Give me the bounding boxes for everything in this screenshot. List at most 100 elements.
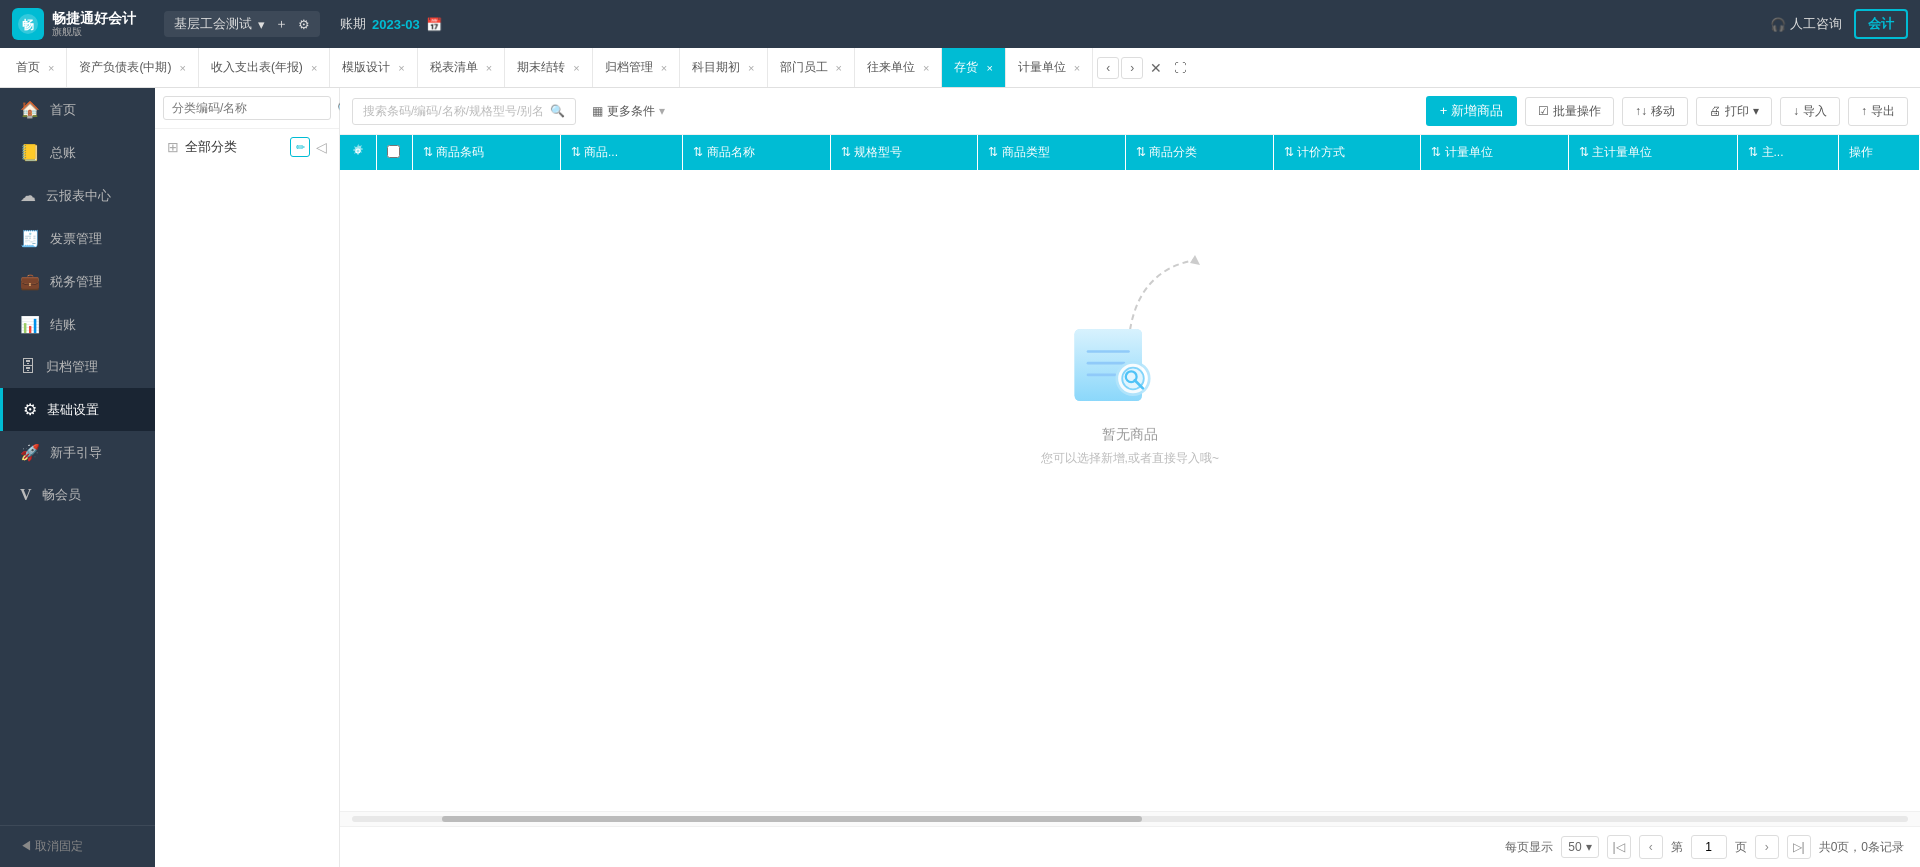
sidebar-item-basic-settings[interactable]: ⚙ 基础设置 (0, 388, 155, 431)
sidebar-item-invoice[interactable]: 🧾 发票管理 (0, 217, 155, 260)
th-name-label: ⇅ 商品名称 (693, 145, 754, 159)
th-type[interactable]: ⇅ 商品类型 (978, 135, 1126, 170)
tab-dept-employee-label: 部门员工 (780, 59, 828, 76)
close-icon[interactable]: × (923, 62, 929, 74)
prev-page-button[interactable]: ‹ (1639, 835, 1663, 859)
dropdown-icon: ▾ (258, 17, 265, 32)
select-all-checkbox[interactable] (387, 145, 400, 158)
tab-subject-init[interactable]: 科目期初 × (680, 48, 767, 88)
settings-icon[interactable]: ⚙ (298, 17, 310, 32)
search-icon[interactable]: 🔍 (550, 104, 565, 118)
company-selector[interactable]: 基层工会测试 ▾ ＋ ⚙ (164, 11, 320, 37)
print-button[interactable]: 🖨 打印 ▾ (1696, 97, 1772, 126)
sidebar-item-ledger[interactable]: 📒 总账 (0, 131, 155, 174)
toolbar-actions: + 新增商品 ☑ 批量操作 ↑↓ 移动 🖨 打印 ▾ (1426, 96, 1908, 126)
add-product-button[interactable]: + 新增商品 (1426, 96, 1517, 126)
close-icon[interactable]: × (1074, 62, 1080, 74)
sidebar-item-cloud-reports-label: 云报表中心 (46, 187, 111, 205)
tab-income-expense-label: 收入支出表(年报) (211, 59, 303, 76)
table-area: ⇅ 商品条码 ⇅ 商品... ⇅ 商品名称 ⇅ 规格型号 (340, 135, 1920, 811)
tab-template-design[interactable]: 模版设计 × (330, 48, 417, 88)
first-page-button[interactable]: |◁ (1607, 835, 1631, 859)
tab-archive[interactable]: 归档管理 × (593, 48, 680, 88)
batch-operation-button[interactable]: ☑ 批量操作 (1525, 97, 1614, 126)
move-button[interactable]: ↑↓ 移动 (1622, 97, 1688, 126)
tab-period-close-label: 期末结转 (517, 59, 565, 76)
next-page-button[interactable]: › (1755, 835, 1779, 859)
th-pricing[interactable]: ⇅ 计价方式 (1273, 135, 1421, 170)
chevron-down-icon: ▾ (659, 104, 665, 118)
category-search-input[interactable] (163, 96, 331, 120)
sidebar-item-home-label: 首页 (50, 101, 76, 119)
account-button[interactable]: 会计 (1854, 9, 1908, 39)
h-scrollbar-thumb[interactable] (442, 816, 1142, 822)
sidebar-item-member[interactable]: V 畅会员 (0, 474, 155, 516)
th-action-label: 操作 (1849, 145, 1873, 159)
tab-prev-btn[interactable]: ‹ (1097, 57, 1119, 79)
th-name[interactable]: ⇅ 商品名称 (683, 135, 831, 170)
collapse-icon[interactable]: ◁ (316, 139, 327, 155)
tab-balance-sheet[interactable]: 资产负债表(中期) × (67, 48, 198, 88)
more-conditions-label: 更多条件 (607, 103, 655, 120)
sidebar-item-guide[interactable]: 🚀 新手引导 (0, 431, 155, 474)
edit-icon[interactable]: ✏ (290, 137, 310, 157)
close-icon[interactable]: × (311, 62, 317, 74)
tab-close-all-btn[interactable]: ✕ (1145, 57, 1167, 79)
product-search-box[interactable]: 搜索条码/编码/名称/规格型号/别名 🔍 (352, 98, 576, 125)
all-category-row[interactable]: ⊞ 全部分类 ✏ ◁ (155, 129, 339, 165)
more-conditions-button[interactable]: ▦ 更多条件 ▾ (584, 99, 673, 124)
tab-period-close[interactable]: 期末结转 × (505, 48, 592, 88)
th-category[interactable]: ⇅ 商品分类 (1126, 135, 1274, 170)
tab-income-expense[interactable]: 收入支出表(年报) × (199, 48, 330, 88)
th-code[interactable]: ⇅ 商品... (560, 135, 683, 170)
all-category-label: 全部分类 (185, 138, 237, 156)
tab-expand-btn[interactable]: ⛶ (1169, 57, 1191, 79)
tab-next-btn[interactable]: › (1121, 57, 1143, 79)
print-dropdown-icon: ▾ (1753, 104, 1759, 118)
close-icon[interactable]: × (398, 62, 404, 74)
tab-home[interactable]: 首页 × (4, 48, 67, 88)
tab-unit[interactable]: 计量单位 × (1006, 48, 1093, 88)
close-icon[interactable]: × (48, 62, 54, 74)
close-icon[interactable]: × (836, 62, 842, 74)
close-icon[interactable]: × (986, 62, 992, 74)
calendar-icon[interactable]: 📅 (426, 17, 442, 32)
th-main-abbr[interactable]: ⇅ 主... (1738, 135, 1839, 170)
per-page-selector[interactable]: 50 ▾ (1561, 836, 1598, 858)
tab-inventory[interactable]: 存货 × (942, 48, 1005, 88)
svg-text:畅: 畅 (22, 18, 34, 32)
consulting-button[interactable]: 🎧 人工咨询 (1770, 15, 1842, 33)
product-table: ⇅ 商品条码 ⇅ 商品... ⇅ 商品名称 ⇅ 规格型号 (340, 135, 1920, 547)
th-checkbox[interactable] (377, 135, 413, 170)
close-icon[interactable]: × (179, 62, 185, 74)
sidebar-unpin-button[interactable]: ◀ 取消固定 (0, 825, 155, 867)
close-icon[interactable]: × (486, 62, 492, 74)
import-button[interactable]: ↓ 导入 (1780, 97, 1840, 126)
th-settings[interactable] (340, 135, 377, 170)
plus-icon[interactable]: ＋ (275, 15, 288, 33)
last-page-button[interactable]: ▷| (1787, 835, 1811, 859)
batch-op-label: 批量操作 (1553, 103, 1601, 120)
sidebar-item-closing[interactable]: 📊 结账 (0, 303, 155, 346)
per-page-value: 50 (1568, 840, 1581, 854)
sidebar-item-tax[interactable]: 💼 税务管理 (0, 260, 155, 303)
close-icon[interactable]: × (661, 62, 667, 74)
tab-customer[interactable]: 往来单位 × (855, 48, 942, 88)
th-unit[interactable]: ⇅ 计量单位 (1421, 135, 1569, 170)
close-icon[interactable]: × (573, 62, 579, 74)
page-number-input[interactable] (1691, 835, 1727, 859)
tab-tax-list[interactable]: 税表清单 × (418, 48, 505, 88)
h-scrollbar-track[interactable] (352, 816, 1908, 822)
th-barcode[interactable]: ⇅ 商品条码 (413, 135, 561, 170)
sidebar-item-cloud-reports[interactable]: ☁ 云报表中心 (0, 174, 155, 217)
sidebar-item-archive[interactable]: 🗄 归档管理 (0, 346, 155, 388)
close-icon[interactable]: × (748, 62, 754, 74)
th-main-unit[interactable]: ⇅ 主计量单位 (1569, 135, 1738, 170)
move-icon: ↑↓ (1635, 104, 1647, 118)
export-button[interactable]: ↑ 导出 (1848, 97, 1908, 126)
th-spec[interactable]: ⇅ 规格型号 (830, 135, 978, 170)
tab-dept-employee[interactable]: 部门员工 × (768, 48, 855, 88)
tab-subject-init-label: 科目期初 (692, 59, 740, 76)
tab-home-label: 首页 (16, 59, 40, 76)
sidebar-item-home[interactable]: 🏠 首页 (0, 88, 155, 131)
